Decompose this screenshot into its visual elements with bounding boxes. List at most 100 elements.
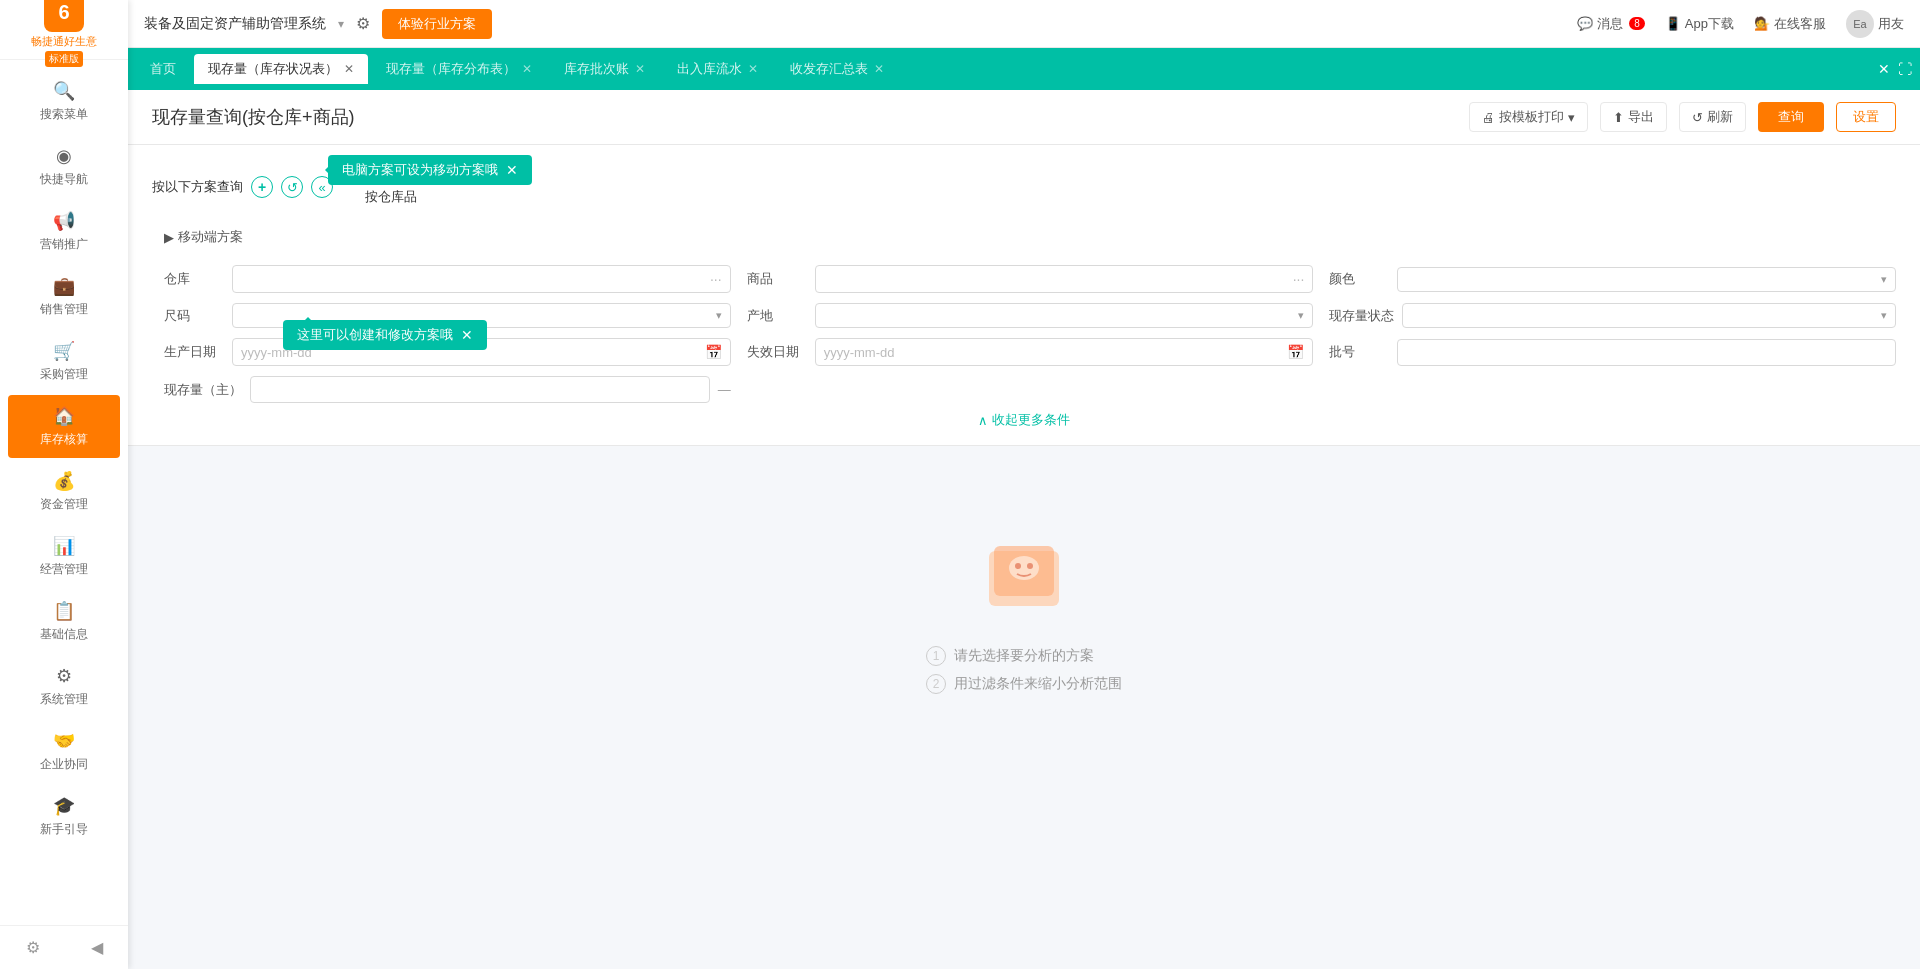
field-warehouse: 仓库 ··· — [164, 265, 731, 293]
app-download-btn[interactable]: 📱 App下载 — [1665, 15, 1734, 33]
system-icon: ⚙ — [56, 665, 72, 687]
tab-inout-flow-close[interactable]: ✕ — [748, 62, 758, 76]
user-label: 用友 — [1878, 15, 1904, 33]
tab-shipment-summary[interactable]: 收发存汇总表 ✕ — [776, 54, 898, 84]
collapse-btn[interactable]: ∧ 收起更多条件 — [978, 411, 1070, 429]
sidebar-item-enterprise[interactable]: 🤝 企业协同 — [8, 720, 120, 783]
inventory-status-select[interactable]: ▾ — [1402, 303, 1896, 328]
search-icon: 🔍 — [53, 80, 75, 102]
create-tooltip-text: 这里可以创建和修改方案哦 — [297, 326, 453, 344]
origin-select[interactable]: ▾ — [815, 303, 1314, 328]
filter-label: 按以下方案查询 — [152, 178, 243, 196]
tab-shipment-summary-label: 收发存汇总表 — [790, 60, 868, 78]
sidebar-settings-btn[interactable]: ⚙ — [26, 938, 40, 957]
topbar: 装备及固定资产辅助管理系统 ▾ ⚙ 体验行业方案 💬 消息 8 📱 App下载 … — [128, 0, 1920, 48]
warehouse-select[interactable]: ··· — [232, 265, 731, 293]
inventory-qty-from[interactable] — [250, 376, 710, 403]
notification-btn[interactable]: 💬 消息 8 — [1577, 15, 1645, 33]
page-title: 现存量查询(按仓库+商品) — [152, 105, 355, 129]
tab-shipment-summary-close[interactable]: ✕ — [874, 62, 884, 76]
step-num-1: 1 — [926, 646, 946, 666]
sidebar-item-purchase[interactable]: 🛒 采购管理 — [8, 330, 120, 393]
sidebar-item-newbie[interactable]: 🎓 新手引导 — [8, 785, 120, 848]
query-btn[interactable]: 查询 — [1758, 102, 1824, 132]
scheme-group-mobile: ▶ 移动端方案 — [164, 225, 243, 249]
tab-batch-ledger-label: 库存批次账 — [564, 60, 629, 78]
sidebar-item-sales[interactable]: 💼 销售管理 — [8, 265, 120, 328]
color-select[interactable]: ▾ — [1397, 267, 1896, 292]
filter-add-btn[interactable]: + — [251, 176, 273, 198]
tab-inventory-status[interactable]: 现存量（库存状况表） ✕ — [194, 54, 368, 84]
scheme-tooltip-close[interactable]: ✕ — [506, 162, 518, 178]
create-tooltip: 这里可以创建和修改方案哦 ✕ — [283, 320, 487, 350]
sidebar-collapse-btn[interactable]: ◀ — [91, 938, 103, 957]
print-btn[interactable]: 🖨 按模板打印 ▾ — [1469, 102, 1588, 132]
scheme-item-warehouse[interactable]: 按仓库品 — [349, 185, 431, 209]
color-arrow: ▾ — [1881, 273, 1887, 286]
batch-input[interactable] — [1397, 339, 1896, 366]
goods-select[interactable]: ··· — [815, 265, 1314, 293]
empty-step-1: 1 请先选择要分析的方案 — [926, 646, 1122, 666]
basics-icon: 📋 — [53, 600, 75, 622]
sidebar: 6 畅捷通好生意 标准版 🔍 搜索菜单 ◉ 快捷导航 📢 营销推广 💼 销售管理… — [0, 0, 128, 969]
filter-row-1: 仓库 ··· 商品 ··· 颜色 — [164, 265, 1896, 293]
refresh-btn[interactable]: ↺ 刷新 — [1679, 102, 1746, 132]
export-icon: ⬆ — [1613, 110, 1624, 125]
export-btn[interactable]: ⬆ 导出 — [1600, 102, 1667, 132]
tab-inventory-dist-close[interactable]: ✕ — [522, 62, 532, 76]
main-area: 装备及固定资产辅助管理系统 ▾ ⚙ 体验行业方案 💬 消息 8 📱 App下载 … — [128, 0, 1920, 969]
expiry-date-range: yyyy-mm-dd 📅 — [815, 338, 1314, 366]
tab-inventory-dist[interactable]: 现存量（库存分布表） ✕ — [372, 54, 546, 84]
inventory-qty-range: — — [250, 376, 731, 403]
inventory-icon: 🏠 — [53, 405, 75, 427]
finance-icon: 💰 — [53, 470, 75, 492]
size-arrow: ▾ — [716, 309, 722, 322]
system-name: 装备及固定资产辅助管理系统 — [144, 15, 326, 33]
svg-point-3 — [1015, 563, 1021, 569]
support-icon: 💁 — [1754, 16, 1770, 31]
tab-inventory-status-close[interactable]: ✕ — [344, 62, 354, 76]
sidebar-item-basics[interactable]: 📋 基础信息 — [8, 590, 120, 653]
notification-badge: 8 — [1629, 17, 1645, 30]
expiry-date-start[interactable]: yyyy-mm-dd 📅 — [815, 338, 1314, 366]
tabbar: 首页 现存量（库存状况表） ✕ 现存量（库存分布表） ✕ 库存批次账 ✕ 出入库… — [128, 48, 1920, 90]
sidebar-item-system[interactable]: ⚙ 系统管理 — [8, 655, 120, 718]
logo-icon: 6 — [44, 0, 84, 32]
prod-cal-icon: 📅 — [705, 344, 722, 360]
tab-home[interactable]: 首页 — [136, 54, 190, 84]
create-tooltip-close[interactable]: ✕ — [461, 327, 473, 343]
enterprise-icon: 🤝 — [53, 730, 75, 752]
settings-btn[interactable]: 设置 — [1836, 102, 1896, 132]
tab-inventory-dist-label: 现存量（库存分布表） — [386, 60, 516, 78]
user-menu[interactable]: Ea 用友 — [1846, 10, 1904, 38]
sidebar-item-search[interactable]: 🔍 搜索菜单 — [8, 70, 120, 133]
system-dropdown-icon[interactable]: ▾ — [338, 17, 344, 31]
goods-dots[interactable]: ··· — [1293, 271, 1305, 287]
topbar-gear-btn[interactable]: ⚙ — [356, 14, 370, 33]
close-all-btn[interactable]: ✕ — [1878, 61, 1890, 77]
tab-inout-flow[interactable]: 出入库流水 ✕ — [663, 54, 772, 84]
filter-refresh-btn[interactable]: ↺ — [281, 176, 303, 198]
topbar-left: 装备及固定资产辅助管理系统 ▾ ⚙ 体验行业方案 — [144, 9, 492, 39]
scheme-group-mobile-title[interactable]: ▶ 移动端方案 — [164, 225, 243, 249]
sidebar-item-guide[interactable]: ◉ 快捷导航 — [8, 135, 120, 198]
sidebar-item-operations[interactable]: 📊 经营管理 — [8, 525, 120, 588]
guide-icon: ◉ — [56, 145, 72, 167]
tabbar-actions: ✕ ⛶ — [1878, 61, 1912, 77]
sidebar-item-inventory[interactable]: 🏠 库存核算 — [8, 395, 120, 458]
sidebar-item-finance[interactable]: 💰 资金管理 — [8, 460, 120, 523]
warehouse-dots[interactable]: ··· — [710, 271, 722, 287]
sales-icon: 💼 — [53, 275, 75, 297]
fullscreen-btn[interactable]: ⛶ — [1898, 61, 1912, 77]
industry-btn[interactable]: 体验行业方案 — [382, 9, 492, 39]
scheme-group-mobile-arrow: ▶ — [164, 230, 174, 245]
notification-icon: 💬 — [1577, 16, 1593, 31]
step-label-2: 用过滤条件来缩小分析范围 — [954, 675, 1122, 693]
sidebar-item-marketing[interactable]: 📢 营销推广 — [8, 200, 120, 263]
filter-row-4: 现存量（主） — — [164, 376, 1896, 403]
online-support-btn[interactable]: 💁 在线客服 — [1754, 15, 1826, 33]
step-label-1: 请先选择要分析的方案 — [954, 647, 1094, 665]
marketing-icon: 📢 — [53, 210, 75, 232]
tab-batch-ledger-close[interactable]: ✕ — [635, 62, 645, 76]
tab-batch-ledger[interactable]: 库存批次账 ✕ — [550, 54, 659, 84]
